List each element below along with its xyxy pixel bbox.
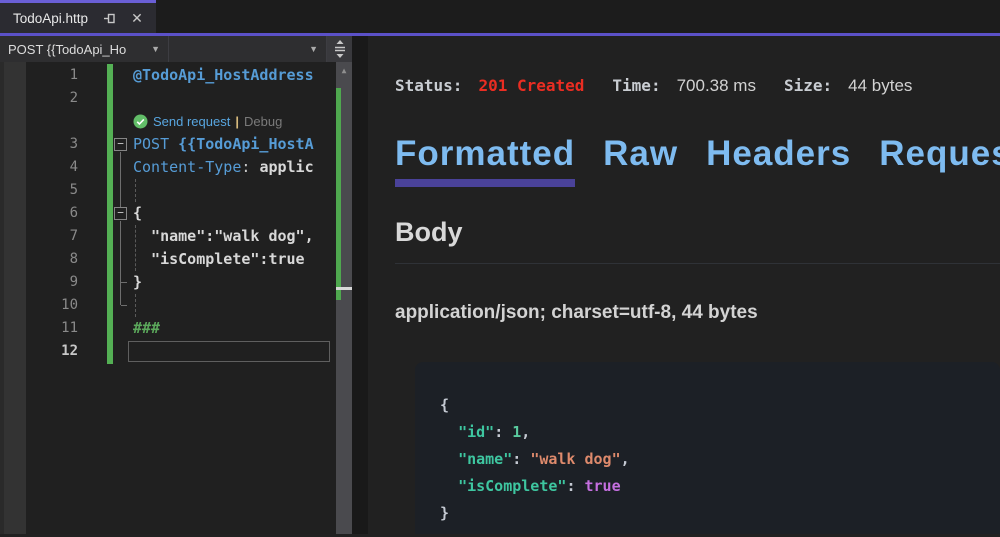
fold-line-end [121,282,127,283]
editor-line[interactable]: 9} [0,271,336,294]
http-editor-pane: POST {{TodoApi_Ho ▼ ▼ [0,36,352,534]
body-section-heading: Body [395,215,1000,249]
current-line-highlight [128,341,330,362]
editor-line[interactable]: 6{ [0,202,336,225]
line-number[interactable]: 9 [26,271,78,294]
active-tab-underline [395,179,575,187]
section-divider [395,263,1000,264]
scrollbar-caret-marker [336,287,352,290]
tab-request[interactable]: Request [879,134,1000,187]
split-view-icon [333,40,347,58]
environment-selector-dropdown[interactable]: ▼ [169,36,326,62]
editor-line[interactable]: 10 [0,294,336,317]
pane-divider[interactable] [352,36,368,534]
json-line: "id": 1, [440,419,1000,446]
line-number[interactable]: 3 [26,133,78,156]
line-number[interactable]: 2 [26,87,78,110]
editor-line[interactable]: 8 "isComplete":true [0,248,336,271]
close-icon[interactable]: ✕ [131,11,143,25]
size-label: Size: [784,76,832,95]
fold-collapse-icon[interactable] [114,138,127,151]
editor-line[interactable]: 7 "name":"walk dog", [0,225,336,248]
line-number[interactable]: 7 [26,225,78,248]
editor-line[interactable]: 5 [0,179,336,202]
response-body-json: { "id": 1, "name": "walk dog", "isComple… [415,362,1000,534]
codelens-row[interactable]: Send request|Debug [0,110,336,133]
line-number[interactable]: 4 [26,156,78,179]
time-label: Time: [612,76,660,95]
time-value: 700.38 ms [677,76,756,95]
scrollbar-change-annotation [336,88,341,300]
debug-link[interactable]: Debug [244,110,282,133]
fold-line [120,152,121,207]
request-selector-dropdown[interactable]: POST {{TodoApi_Ho ▼ [0,36,168,62]
tab-raw[interactable]: Raw [603,134,678,187]
line-number[interactable]: 11 [26,317,78,340]
split-view-button[interactable] [327,36,352,62]
line-number[interactable] [26,110,78,133]
visual-studio-window: TodoApi.http ✕ POST {{TodoApi_Ho ▼ ▼ [0,0,1000,537]
document-tab-bar: TodoApi.http ✕ [0,0,1000,36]
editor-line[interactable]: 3POST {{TodoApi_HostA [0,133,336,156]
tab-todoapi-http[interactable]: TodoApi.http ✕ [0,0,156,33]
workspace: POST {{TodoApi_Ho ▼ ▼ [0,36,1000,534]
fold-line-end [121,305,127,306]
response-status-row: Status: 201 Created Time: 700.38 ms Size: 44 … [395,76,1000,96]
indent-guide [135,294,136,317]
editor-lines: 1@TodoApi_HostAddress2Send request|Debug… [0,64,336,363]
codelens-separator: | [235,110,239,133]
fold-collapse-icon[interactable] [114,207,127,220]
editor-line[interactable]: 1@TodoApi_HostAddress [0,64,336,87]
status-value: 201 Created [478,76,584,95]
line-number[interactable]: 8 [26,248,78,271]
tab-title: TodoApi.http [13,11,88,26]
response-view-tabs: Formatted Raw Headers Request [395,134,1000,187]
fold-line [120,221,121,305]
response-pane: Status: 201 Created Time: 700.38 ms Size: 44 … [368,36,1000,534]
scrollbar-up-arrow-icon[interactable]: ▲ [336,66,352,76]
http-editor-toolbar: POST {{TodoApi_Ho ▼ ▼ [0,36,352,62]
line-number[interactable]: 10 [26,294,78,317]
editor-line[interactable]: 11### [0,317,336,340]
json-line: "name": "walk dog", [440,446,1000,473]
indent-guide [135,179,136,202]
indent-guide [135,225,136,271]
pin-icon[interactable] [103,12,116,25]
request-selector-value: POST {{TodoApi_Ho [8,42,126,57]
send-request-link[interactable]: Send request [153,110,230,133]
editor-line[interactable]: 2 [0,87,336,110]
check-icon [133,114,148,129]
line-number[interactable]: 1 [26,64,78,87]
http-editor[interactable]: 1@TodoApi_HostAddress2Send request|Debug… [0,62,352,534]
change-tracking-bar [107,64,113,364]
line-number[interactable]: 5 [26,179,78,202]
editor-line[interactable]: 4Content-Type: applic [0,156,336,179]
line-number[interactable]: 6 [26,202,78,225]
chevron-down-icon: ▼ [309,44,318,54]
size-value: 44 bytes [848,76,912,95]
chevron-down-icon: ▼ [151,44,160,54]
json-line: { [440,392,1000,419]
status-label: Status: [395,76,462,95]
json-line: } [440,500,1000,527]
json-line: "isComplete": true [440,473,1000,500]
line-number[interactable]: 12 [26,340,78,363]
content-type-info: application/json; charset=utf-8, 44 byte… [395,302,1000,324]
tab-headers[interactable]: Headers [706,134,851,187]
tab-formatted[interactable]: Formatted [395,134,575,187]
